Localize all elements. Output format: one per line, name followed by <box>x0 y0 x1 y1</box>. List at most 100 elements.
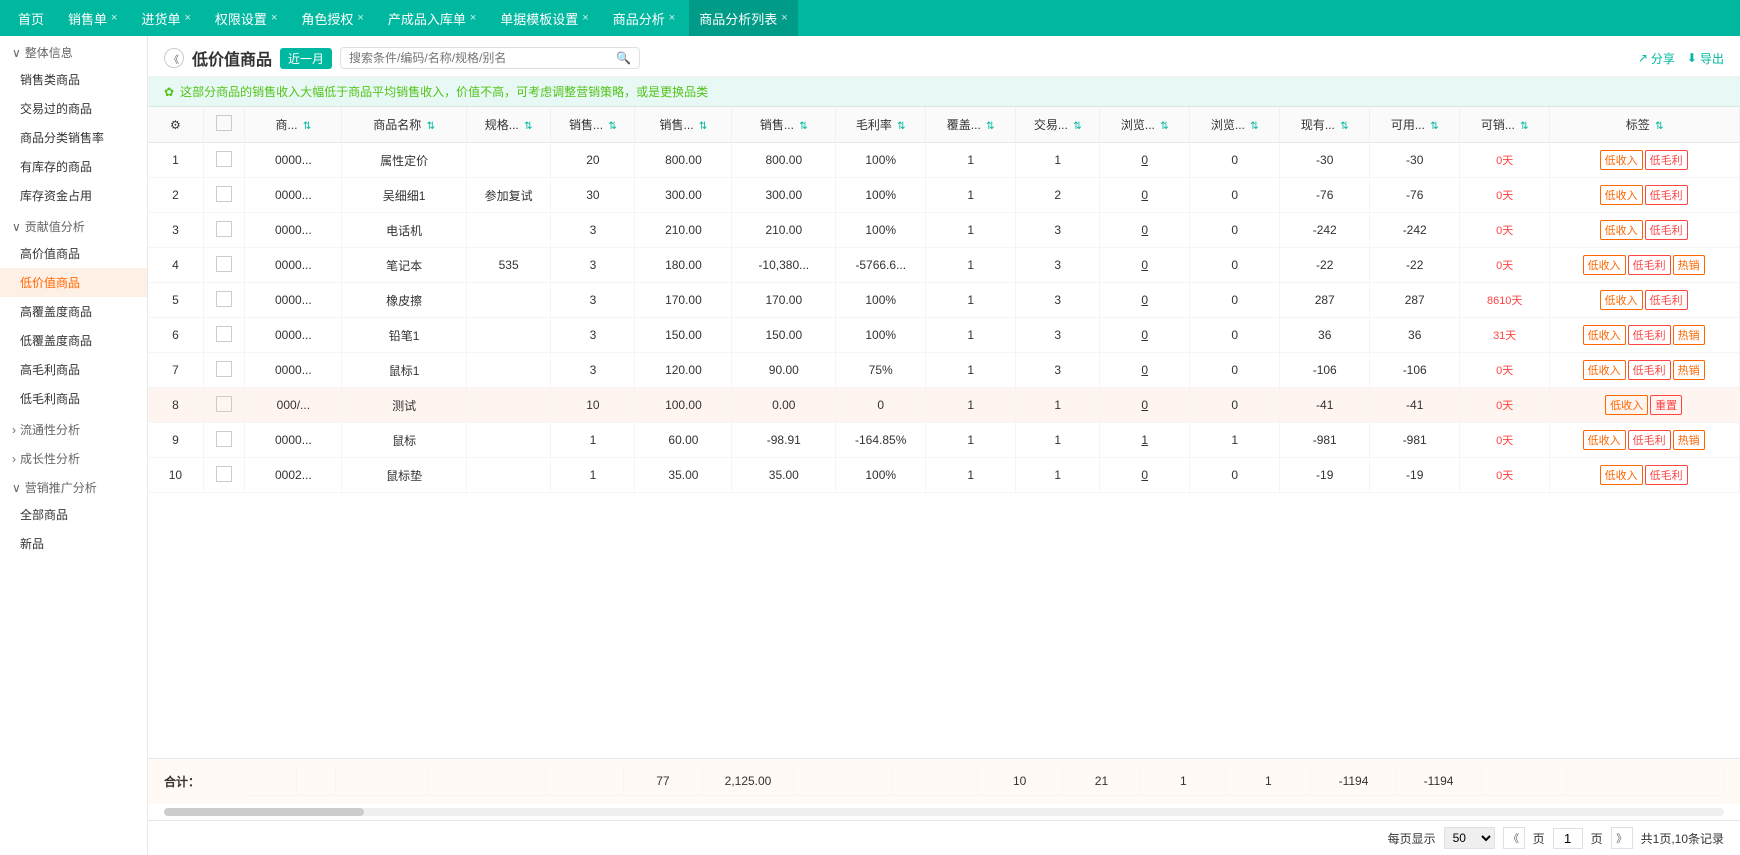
sidebar-collapse-button[interactable]: 《 <box>164 48 184 68</box>
pv1-link[interactable]: 0 <box>1141 188 1148 202</box>
th-sales-amount[interactable]: 销售... ⇅ <box>732 107 836 143</box>
row-checkbox[interactable] <box>216 396 232 412</box>
th-gross[interactable]: 毛利率 ⇅ <box>836 107 926 143</box>
pv1-link[interactable]: 1 <box>1141 433 1148 447</box>
th-coverage[interactable]: 覆盖... ⇅ <box>926 107 1016 143</box>
cell-pv1[interactable]: 0 <box>1100 213 1190 248</box>
nav-permissions-close[interactable]: × <box>271 12 277 24</box>
sidebar-group-overview[interactable]: ∨ 整体信息 <box>0 36 147 65</box>
row-checkbox[interactable] <box>216 291 232 307</box>
sidebar-item-low-coverage[interactable]: 低覆盖度商品 <box>0 326 147 355</box>
search-input[interactable] <box>349 51 616 65</box>
nav-goods-analysis-list-close[interactable]: × <box>781 12 787 24</box>
th-sales-qty[interactable]: 销售... ⇅ <box>551 107 635 143</box>
row-checkbox[interactable] <box>216 256 232 272</box>
pv1-link[interactable]: 0 <box>1141 293 1148 307</box>
gear-icon[interactable]: ⚙ <box>170 118 181 132</box>
row-checkbox[interactable] <box>216 326 232 342</box>
row-checkbox[interactable] <box>216 466 232 482</box>
cell-pv1[interactable]: 0 <box>1100 178 1190 213</box>
pv1-link[interactable]: 0 <box>1141 468 1148 482</box>
cell-check[interactable] <box>203 248 245 283</box>
th-tag[interactable]: 标签 ⇅ <box>1550 107 1740 143</box>
row-checkbox[interactable] <box>216 186 232 202</box>
sidebar-item-all-goods[interactable]: 全部商品 <box>0 500 147 529</box>
nav-goods-analysis-close[interactable]: × <box>669 12 675 24</box>
pv1-link[interactable]: 0 <box>1141 363 1148 377</box>
sidebar-item-stocked-goods[interactable]: 有库存的商品 <box>0 152 147 181</box>
row-checkbox[interactable] <box>216 151 232 167</box>
th-avail[interactable]: 可用... ⇅ <box>1370 107 1460 143</box>
row-checkbox[interactable] <box>216 361 232 377</box>
page-input[interactable] <box>1553 828 1583 849</box>
nav-home[interactable]: 首页 <box>8 0 54 36</box>
nav-template-close[interactable]: × <box>582 12 588 24</box>
th-name[interactable]: 商品名称 ⇅ <box>342 107 467 143</box>
sidebar-group-marketing[interactable]: ∨ 营销推广分析 <box>0 471 147 500</box>
sidebar-item-low-margin[interactable]: 低毛利商品 <box>0 384 147 413</box>
th-gear[interactable]: ⚙ <box>148 107 203 143</box>
nav-permissions[interactable]: 权限设置 × <box>205 0 287 36</box>
sidebar-item-high-coverage[interactable]: 高覆盖度商品 <box>0 297 147 326</box>
cell-check[interactable] <box>203 143 245 178</box>
last-page-button[interactable]: 》 <box>1611 827 1633 849</box>
sidebar-group-circulation[interactable]: › 流通性分析 <box>0 413 147 442</box>
nav-sales-close[interactable]: × <box>111 12 117 24</box>
sidebar-group-contribution[interactable]: ∨ 贡献值分析 <box>0 210 147 239</box>
cell-pv1[interactable]: 0 <box>1100 283 1190 318</box>
sidebar-item-low-value[interactable]: 低价值商品 <box>0 268 147 297</box>
sidebar-item-new-goods[interactable]: 新品 <box>0 529 147 558</box>
nav-product-warehouse[interactable]: 产成品入库单 × <box>378 0 486 36</box>
cell-check[interactable] <box>203 388 245 423</box>
pv1-link[interactable]: 0 <box>1141 258 1148 272</box>
time-filter-button[interactable]: 近一月 <box>280 48 332 69</box>
nav-purchase[interactable]: 进货单 × <box>131 0 200 36</box>
sidebar-item-category-rate[interactable]: 商品分类销售率 <box>0 123 147 152</box>
cell-pv1[interactable]: 0 <box>1100 353 1190 388</box>
row-checkbox[interactable] <box>216 431 232 447</box>
horizontal-scrollbar-track[interactable] <box>164 808 1724 816</box>
cell-check[interactable] <box>203 213 245 248</box>
nav-roles-close[interactable]: × <box>357 12 363 24</box>
cell-pv1[interactable]: 0 <box>1100 318 1190 353</box>
th-code[interactable]: 商... ⇅ <box>245 107 342 143</box>
pv1-link[interactable]: 0 <box>1141 328 1148 342</box>
nav-purchase-close[interactable]: × <box>184 12 190 24</box>
per-page-select[interactable]: 50 100 200 <box>1444 827 1495 849</box>
nav-product-warehouse-close[interactable]: × <box>470 12 476 24</box>
cell-pv1[interactable]: 0 <box>1100 248 1190 283</box>
sidebar-item-high-margin[interactable]: 高毛利商品 <box>0 355 147 384</box>
th-spec[interactable]: 规格... ⇅ <box>466 107 550 143</box>
th-check[interactable] <box>203 107 245 143</box>
nav-goods-analysis-list[interactable]: 商品分析列表 × <box>689 0 797 36</box>
th-trade[interactable]: 交易... ⇅ <box>1016 107 1100 143</box>
cell-pv1[interactable]: 0 <box>1100 143 1190 178</box>
pv1-link[interactable]: 0 <box>1141 398 1148 412</box>
th-stock[interactable]: 现有... ⇅ <box>1280 107 1370 143</box>
nav-sales[interactable]: 销售单 × <box>58 0 127 36</box>
export-button[interactable]: ⬇ 导出 <box>1687 50 1724 67</box>
cell-check[interactable] <box>203 458 245 493</box>
nav-roles[interactable]: 角色授权 × <box>291 0 373 36</box>
th-pv2[interactable]: 浏览... ⇅ <box>1190 107 1280 143</box>
cell-check[interactable] <box>203 423 245 458</box>
share-button[interactable]: ↗ 分享 <box>1638 50 1675 67</box>
search-icon[interactable]: 🔍 <box>616 51 631 65</box>
th-sales-price[interactable]: 销售... ⇅ <box>635 107 732 143</box>
sidebar-group-growth[interactable]: › 成长性分析 <box>0 442 147 471</box>
horizontal-scrollbar-thumb[interactable] <box>164 808 364 816</box>
sidebar-item-traded-goods[interactable]: 交易过的商品 <box>0 94 147 123</box>
cell-check[interactable] <box>203 353 245 388</box>
pv1-link[interactable]: 0 <box>1141 153 1148 167</box>
cell-check[interactable] <box>203 318 245 353</box>
cell-pv1[interactable]: 0 <box>1100 458 1190 493</box>
sidebar-item-high-value[interactable]: 高价值商品 <box>0 239 147 268</box>
cell-pv1[interactable]: 1 <box>1100 423 1190 458</box>
th-pv1[interactable]: 浏览... ⇅ <box>1100 107 1190 143</box>
cell-pv1[interactable]: 0 <box>1100 388 1190 423</box>
select-all-checkbox[interactable] <box>216 115 232 131</box>
th-sellable[interactable]: 可销... ⇅ <box>1460 107 1550 143</box>
cell-check[interactable] <box>203 178 245 213</box>
cell-check[interactable] <box>203 283 245 318</box>
pv1-link[interactable]: 0 <box>1141 223 1148 237</box>
